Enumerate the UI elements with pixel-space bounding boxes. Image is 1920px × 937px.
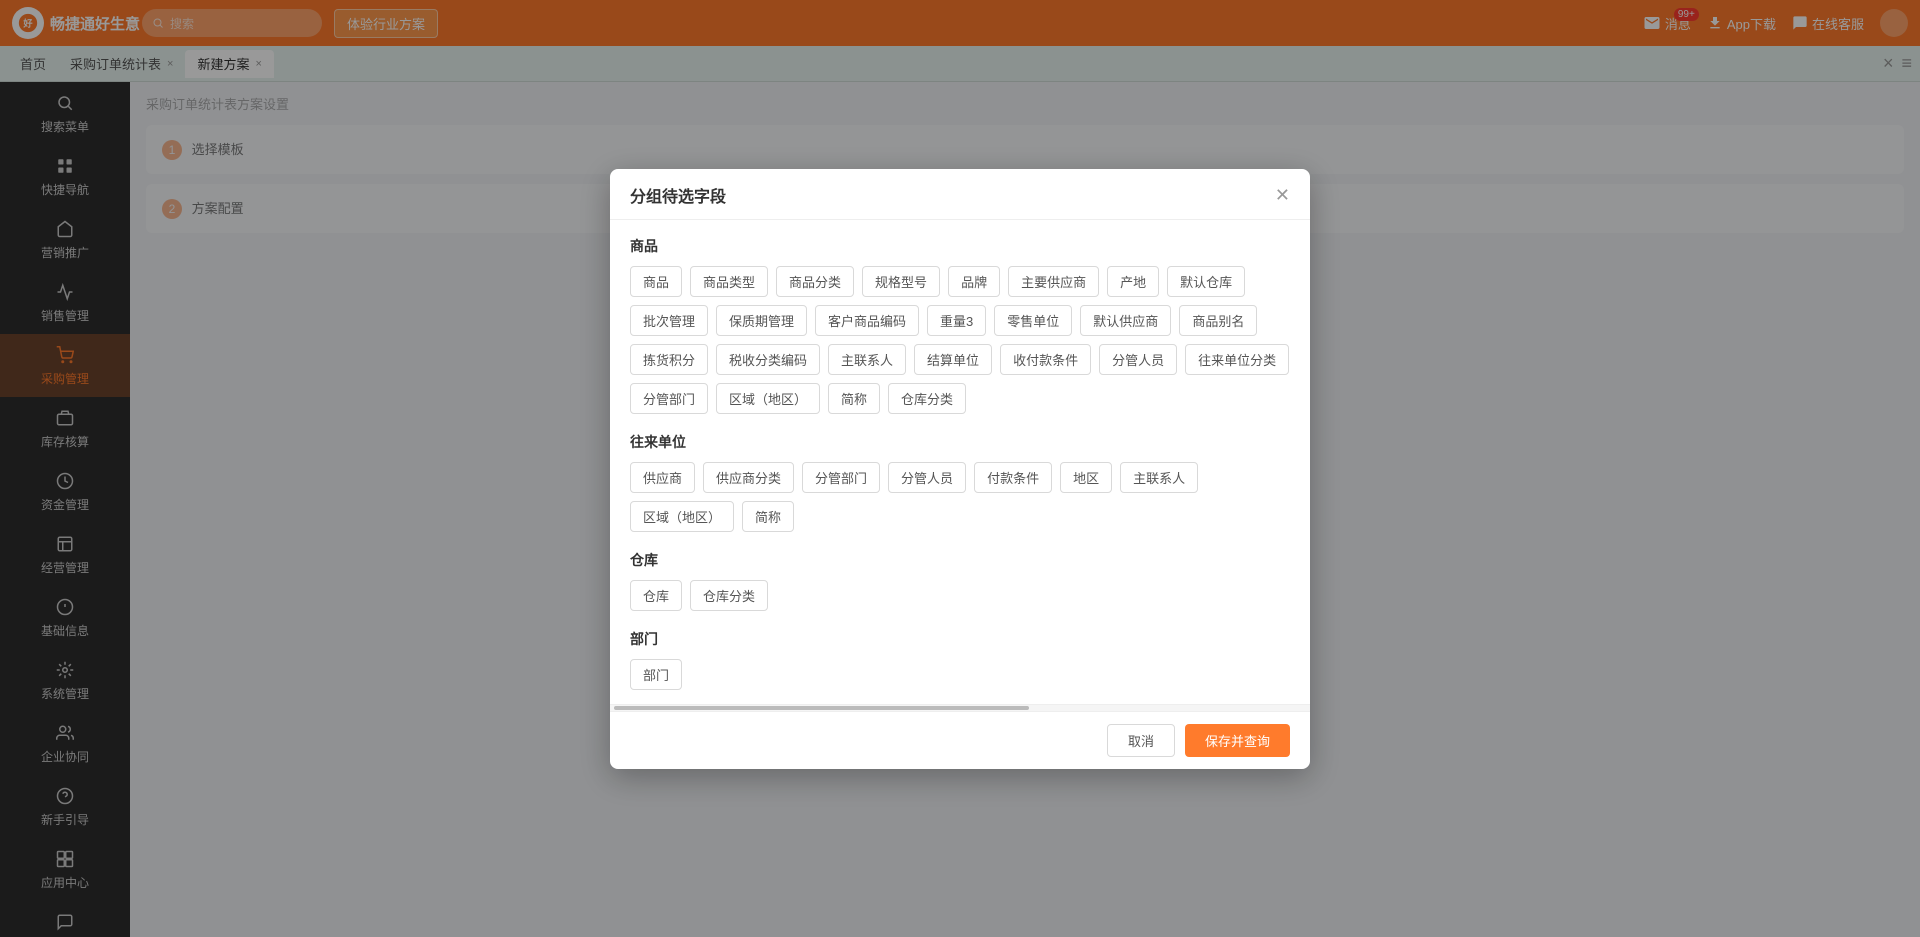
section-partner-tags: 供应商 供应商分类 分管部门 分管人员 付款条件 地区 主联系人 区域（地区） … (630, 462, 1290, 532)
field-tag-goods-type[interactable]: 商品类型 (690, 266, 768, 297)
field-tag-wh[interactable]: 仓库 (630, 580, 682, 611)
save-query-button[interactable]: 保存并查询 (1185, 724, 1290, 757)
section-goods: 商品 商品 商品类型 商品分类 规格型号 品牌 主要供应商 产地 默认仓库 批次… (630, 236, 1290, 414)
section-dept-tags: 部门 (630, 659, 1290, 690)
section-goods-title: 商品 (630, 236, 1290, 256)
section-goods-tags: 商品 商品类型 商品分类 规格型号 品牌 主要供应商 产地 默认仓库 批次管理 … (630, 266, 1290, 414)
dialog-body: 商品 商品 商品类型 商品分类 规格型号 品牌 主要供应商 产地 默认仓库 批次… (610, 220, 1310, 704)
field-tag-customer-code[interactable]: 客户商品编码 (815, 305, 919, 336)
section-warehouse-title: 仓库 (630, 550, 1290, 570)
field-tag-default-supplier[interactable]: 默认供应商 (1080, 305, 1171, 336)
field-tag-weight[interactable]: 重量3 (927, 305, 986, 336)
field-tag-main-supplier[interactable]: 主要供应商 (1008, 266, 1099, 297)
field-tag-brand[interactable]: 品牌 (948, 266, 1000, 297)
field-tag-wh-cat[interactable]: 仓库分类 (690, 580, 768, 611)
dialog-overlay: 分组待选字段 ✕ 商品 商品 商品类型 商品分类 规格型号 品牌 主要供应商 产… (0, 0, 1920, 937)
field-tag-payment-terms[interactable]: 收付款条件 (1000, 344, 1091, 375)
field-tag-dept[interactable]: 分管部门 (630, 383, 708, 414)
dialog-header: 分组待选字段 ✕ (610, 169, 1310, 220)
dialog-close-icon[interactable]: ✕ (1275, 186, 1290, 204)
field-tag-main-contact[interactable]: 主联系人 (828, 344, 906, 375)
h-scrollbar-thumb[interactable] (614, 706, 1029, 710)
dialog-horizontal-scroll[interactable] (610, 704, 1310, 711)
dialog-footer: 取消 保存并查询 (610, 711, 1310, 769)
field-select-dialog: 分组待选字段 ✕ 商品 商品 商品类型 商品分类 规格型号 品牌 主要供应商 产… (610, 169, 1310, 769)
section-warehouse-tags: 仓库 仓库分类 (630, 580, 1290, 611)
field-tag-payment-cond[interactable]: 付款条件 (974, 462, 1052, 493)
section-partner-title: 往来单位 (630, 432, 1290, 452)
field-tag-region[interactable]: 区域（地区） (716, 383, 820, 414)
field-tag-pick-score[interactable]: 拣货积分 (630, 344, 708, 375)
field-tag-warehouse-cat[interactable]: 仓库分类 (888, 383, 966, 414)
field-tag-partner-supervisor[interactable]: 分管人员 (888, 462, 966, 493)
field-tag-default-warehouse[interactable]: 默认仓库 (1167, 266, 1245, 297)
field-tag-supervisor[interactable]: 分管人员 (1099, 344, 1177, 375)
field-tag-supplier-cat[interactable]: 供应商分类 (703, 462, 794, 493)
cancel-button[interactable]: 取消 (1107, 724, 1175, 757)
field-tag-retail-unit[interactable]: 零售单位 (994, 305, 1072, 336)
field-tag-goods[interactable]: 商品 (630, 266, 682, 297)
field-tag-shelf-life[interactable]: 保质期管理 (716, 305, 807, 336)
field-tag-partner-short[interactable]: 简称 (742, 501, 794, 532)
field-tag-settle-unit[interactable]: 结算单位 (914, 344, 992, 375)
field-tag-short-name[interactable]: 简称 (828, 383, 880, 414)
field-tag-partner-dept[interactable]: 分管部门 (802, 462, 880, 493)
field-tag-partner-contact[interactable]: 主联系人 (1120, 462, 1198, 493)
field-tag-spec[interactable]: 规格型号 (862, 266, 940, 297)
field-tag-goods-cat[interactable]: 商品分类 (776, 266, 854, 297)
section-warehouse: 仓库 仓库 仓库分类 (630, 550, 1290, 611)
field-tag-origin[interactable]: 产地 (1107, 266, 1159, 297)
field-tag-area[interactable]: 地区 (1060, 462, 1112, 493)
dialog-title: 分组待选字段 (630, 183, 726, 207)
field-tag-supplier[interactable]: 供应商 (630, 462, 695, 493)
field-tag-partner-region[interactable]: 区域（地区） (630, 501, 734, 532)
section-dept: 部门 部门 (630, 629, 1290, 690)
field-tag-department[interactable]: 部门 (630, 659, 682, 690)
section-partner: 往来单位 供应商 供应商分类 分管部门 分管人员 付款条件 地区 主联系人 区域… (630, 432, 1290, 532)
section-dept-title: 部门 (630, 629, 1290, 649)
field-tag-partner-cat[interactable]: 往来单位分类 (1185, 344, 1289, 375)
field-tag-goods-alias[interactable]: 商品别名 (1179, 305, 1257, 336)
field-tag-batch[interactable]: 批次管理 (630, 305, 708, 336)
field-tag-tax-code[interactable]: 税收分类编码 (716, 344, 820, 375)
